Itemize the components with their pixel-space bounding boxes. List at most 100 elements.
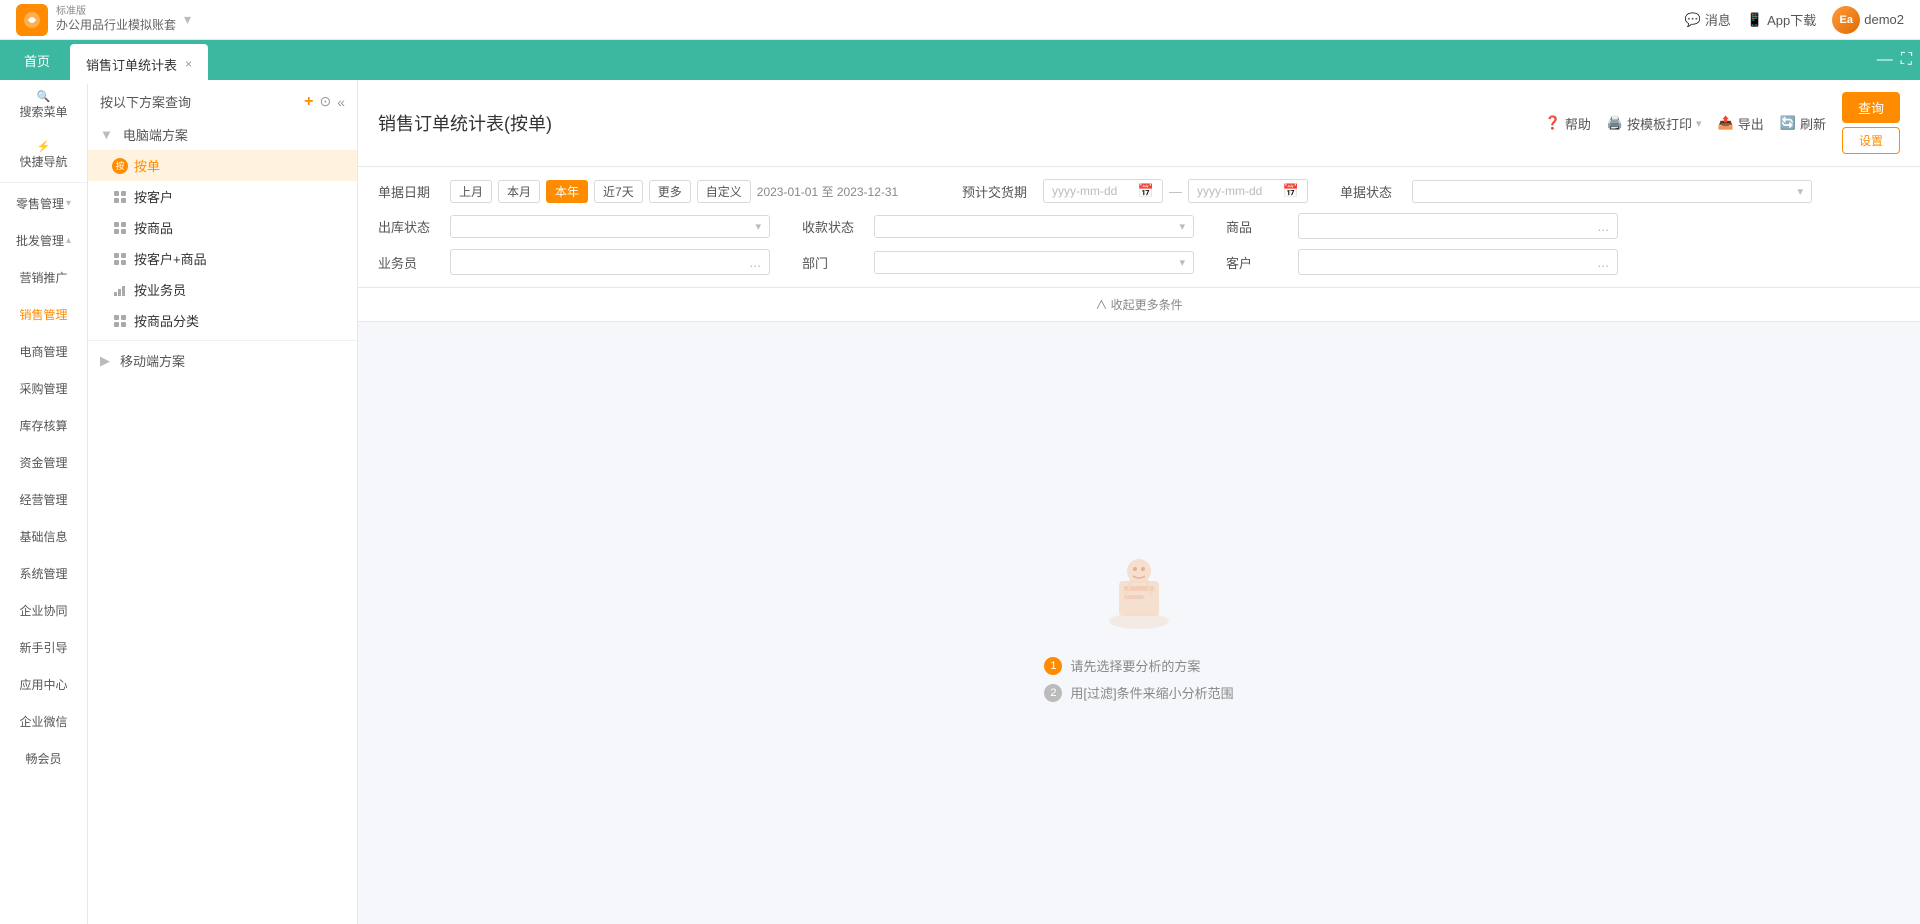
last-month-btn[interactable]: 上月 bbox=[450, 180, 492, 203]
setting-scheme-btn[interactable]: ⊙ bbox=[319, 93, 331, 110]
this-month-btn[interactable]: 本月 bbox=[498, 180, 540, 203]
tab-sales-order[interactable]: 销售订单统计表 × bbox=[70, 44, 208, 84]
tab-home[interactable]: 首页 bbox=[8, 40, 66, 80]
sidebar: 🔍 搜索菜单 ⚡ 快捷导航 零售管理 ▾ 批发管理 ▴ 营销推广 销售管理 电商… bbox=[0, 80, 88, 924]
main-layout: 🔍 搜索菜单 ⚡ 快捷导航 零售管理 ▾ 批发管理 ▴ 营销推广 销售管理 电商… bbox=[0, 80, 1920, 924]
out-status-label: 出库状态 bbox=[378, 217, 434, 236]
filter-area: 单据日期 上月 本月 本年 近7天 更多 自定义 2023-01-01 至 20… bbox=[358, 167, 1920, 288]
print-btn[interactable]: 🖨️ 按模板打印 ▾ bbox=[1607, 114, 1702, 133]
status-select[interactable]: ▾ bbox=[1412, 180, 1812, 203]
print-dropdown-icon: ▾ bbox=[1696, 117, 1702, 130]
delivery-date-to[interactable]: yyyy-mm-dd 📅 bbox=[1188, 179, 1308, 203]
sidebar-quick-nav[interactable]: ⚡ 快捷导航 bbox=[0, 130, 87, 180]
collapse-bar[interactable]: ∧ 收起更多条件 bbox=[358, 288, 1920, 322]
tree-item-by-category[interactable]: 按商品分类 bbox=[88, 305, 357, 336]
query-btn[interactable]: 查询 bbox=[1842, 92, 1900, 123]
add-scheme-btn[interactable]: + bbox=[304, 93, 313, 111]
by-order-icon: 按 bbox=[112, 158, 128, 174]
sidebar-item-finance[interactable]: 资金管理 bbox=[0, 444, 87, 481]
sidebar-item-marketing[interactable]: 营销推广 bbox=[0, 259, 87, 296]
sidebar-item-purchase[interactable]: 采购管理 bbox=[0, 370, 87, 407]
tree-section-mobile[interactable]: ▶ 移动端方案 bbox=[88, 345, 357, 376]
receive-status-chevron-icon: ▾ bbox=[1179, 220, 1185, 233]
tree-item-by-customer[interactable]: 按客户 bbox=[88, 181, 357, 212]
sidebar-item-retail[interactable]: 零售管理 ▾ bbox=[0, 185, 87, 222]
export-btn[interactable]: 📤 导出 bbox=[1718, 114, 1764, 133]
refresh-btn[interactable]: 🔄 刷新 bbox=[1780, 114, 1826, 133]
top-bar: 标准版 办公用品行业模拟账套 ▾ 💬 消息 📱 App下载 Ea demo2 bbox=[0, 0, 1920, 40]
sidebar-item-sales[interactable]: 销售管理 bbox=[0, 296, 87, 333]
this-year-btn[interactable]: 本年 bbox=[546, 180, 588, 203]
left-panel-actions: + ⊙ « bbox=[304, 93, 345, 111]
wholesale-arrow-icon: ▴ bbox=[66, 235, 71, 246]
maximize-icon[interactable]: ⛶ bbox=[1901, 51, 1912, 69]
message-btn[interactable]: 💬 消息 bbox=[1685, 10, 1731, 29]
salesman-input[interactable]: ... bbox=[450, 249, 770, 275]
user-profile-btn[interactable]: Ea demo2 bbox=[1832, 6, 1904, 34]
tree-item-by-customer-product[interactable]: 按客户+商品 bbox=[88, 243, 357, 274]
sidebar-item-operations[interactable]: 经营管理 bbox=[0, 481, 87, 518]
settings-btn[interactable]: 设置 bbox=[1842, 127, 1900, 154]
help-btn[interactable]: ❓ 帮助 bbox=[1545, 114, 1591, 133]
delivery-date-range: yyyy-mm-dd 📅 — yyyy-mm-dd 📅 bbox=[1043, 179, 1308, 203]
tab-close-icon[interactable]: × bbox=[185, 57, 192, 71]
sidebar-item-inventory[interactable]: 库存核算 bbox=[0, 407, 87, 444]
tree-item-by-order[interactable]: 按 按单 bbox=[88, 150, 357, 181]
empty-state: 1 请先选择要分析的方案 2 用[过滤]条件来缩小分析范围 bbox=[358, 322, 1920, 924]
page-header: 销售订单统计表(按单) ❓ 帮助 🖨️ 按模板打印 ▾ 📤 导出 bbox=[358, 80, 1920, 167]
filter-row-1: 单据日期 上月 本月 本年 近7天 更多 自定义 2023-01-01 至 20… bbox=[378, 179, 1900, 203]
collapse-panel-btn[interactable]: « bbox=[337, 94, 345, 110]
sidebar-search[interactable]: 🔍 搜索菜单 bbox=[0, 80, 87, 130]
product-input[interactable]: ... bbox=[1298, 213, 1618, 239]
dept-select[interactable]: ▾ bbox=[874, 251, 1194, 274]
app-title-dropdown[interactable]: ▾ bbox=[184, 11, 191, 28]
empty-step-1: 1 请先选择要分析的方案 bbox=[1044, 656, 1233, 675]
step2-num: 2 bbox=[1044, 684, 1062, 702]
app-download-btn[interactable]: 📱 App下载 bbox=[1747, 10, 1816, 29]
sidebar-item-wholesale[interactable]: 批发管理 ▴ bbox=[0, 222, 87, 259]
top-bar-right: 💬 消息 📱 App下载 Ea demo2 bbox=[1685, 6, 1904, 34]
delivery-date-from[interactable]: yyyy-mm-dd 📅 bbox=[1043, 179, 1163, 203]
left-panel: 按以下方案查询 + ⊙ « ▼ 电脑端方案 按 按单 按客户 bbox=[88, 80, 358, 924]
sidebar-item-enterprise[interactable]: 企业协同 bbox=[0, 592, 87, 629]
app-title: 办公用品行业模拟账套 bbox=[56, 18, 176, 32]
title-area: 销售订单统计表(按单) bbox=[378, 110, 552, 136]
tree-item-by-salesman[interactable]: 按业务员 bbox=[88, 274, 357, 305]
date-quick-buttons: 上月 本月 本年 近7天 更多 自定义 2023-01-01 至 2023-12… bbox=[450, 180, 930, 203]
sidebar-item-appcenter[interactable]: 应用中心 bbox=[0, 666, 87, 703]
salesman-dots-icon: ... bbox=[749, 254, 761, 270]
last7days-btn[interactable]: 近7天 bbox=[594, 180, 643, 203]
retail-arrow-icon: ▾ bbox=[66, 198, 71, 209]
sidebar-item-system[interactable]: 系统管理 bbox=[0, 555, 87, 592]
empty-step-2: 2 用[过滤]条件来缩小分析范围 bbox=[1044, 683, 1233, 702]
avatar: Ea bbox=[1832, 6, 1860, 34]
calendar-from-icon: 📅 bbox=[1138, 183, 1154, 199]
sidebar-item-ecommerce[interactable]: 电商管理 bbox=[0, 333, 87, 370]
status-chevron-icon: ▾ bbox=[1797, 185, 1803, 198]
content-area: 按以下方案查询 + ⊙ « ▼ 电脑端方案 按 按单 按客户 bbox=[88, 80, 1920, 924]
status-label: 单据状态 bbox=[1340, 182, 1396, 201]
product-dots-icon: ... bbox=[1597, 218, 1609, 234]
receive-status-select[interactable]: ▾ bbox=[874, 215, 1194, 238]
by-category-icon bbox=[112, 313, 128, 329]
query-btns: 查询 设置 bbox=[1842, 92, 1900, 154]
by-customer-product-icon bbox=[112, 251, 128, 267]
sidebar-item-wechat[interactable]: 企业微信 bbox=[0, 703, 87, 740]
receive-status-label: 收款状态 bbox=[802, 217, 858, 236]
customer-input[interactable]: ... bbox=[1298, 249, 1618, 275]
sidebar-item-newuser[interactable]: 新手引导 bbox=[0, 629, 87, 666]
sidebar-item-member[interactable]: 畅会员 bbox=[0, 740, 87, 777]
sidebar-item-basic-info[interactable]: 基础信息 bbox=[0, 518, 87, 555]
tab-bar: 首页 销售订单统计表 × — ⛶ bbox=[0, 40, 1920, 80]
app-logo bbox=[16, 4, 48, 36]
minimize-icon[interactable]: — bbox=[1877, 51, 1893, 69]
print-icon: 🖨️ bbox=[1607, 115, 1623, 131]
more-btn[interactable]: 更多 bbox=[649, 180, 691, 203]
out-status-select[interactable]: ▾ bbox=[450, 215, 770, 238]
step1-num: 1 bbox=[1044, 657, 1062, 675]
tree-item-by-product[interactable]: 按商品 bbox=[88, 212, 357, 243]
tree-section-pc[interactable]: ▼ 电脑端方案 bbox=[88, 119, 357, 150]
by-salesman-icon bbox=[112, 282, 128, 298]
custom-btn[interactable]: 自定义 bbox=[697, 180, 751, 203]
filter-row-3: 业务员 ... 部门 ▾ 客户 ... bbox=[378, 249, 1900, 275]
